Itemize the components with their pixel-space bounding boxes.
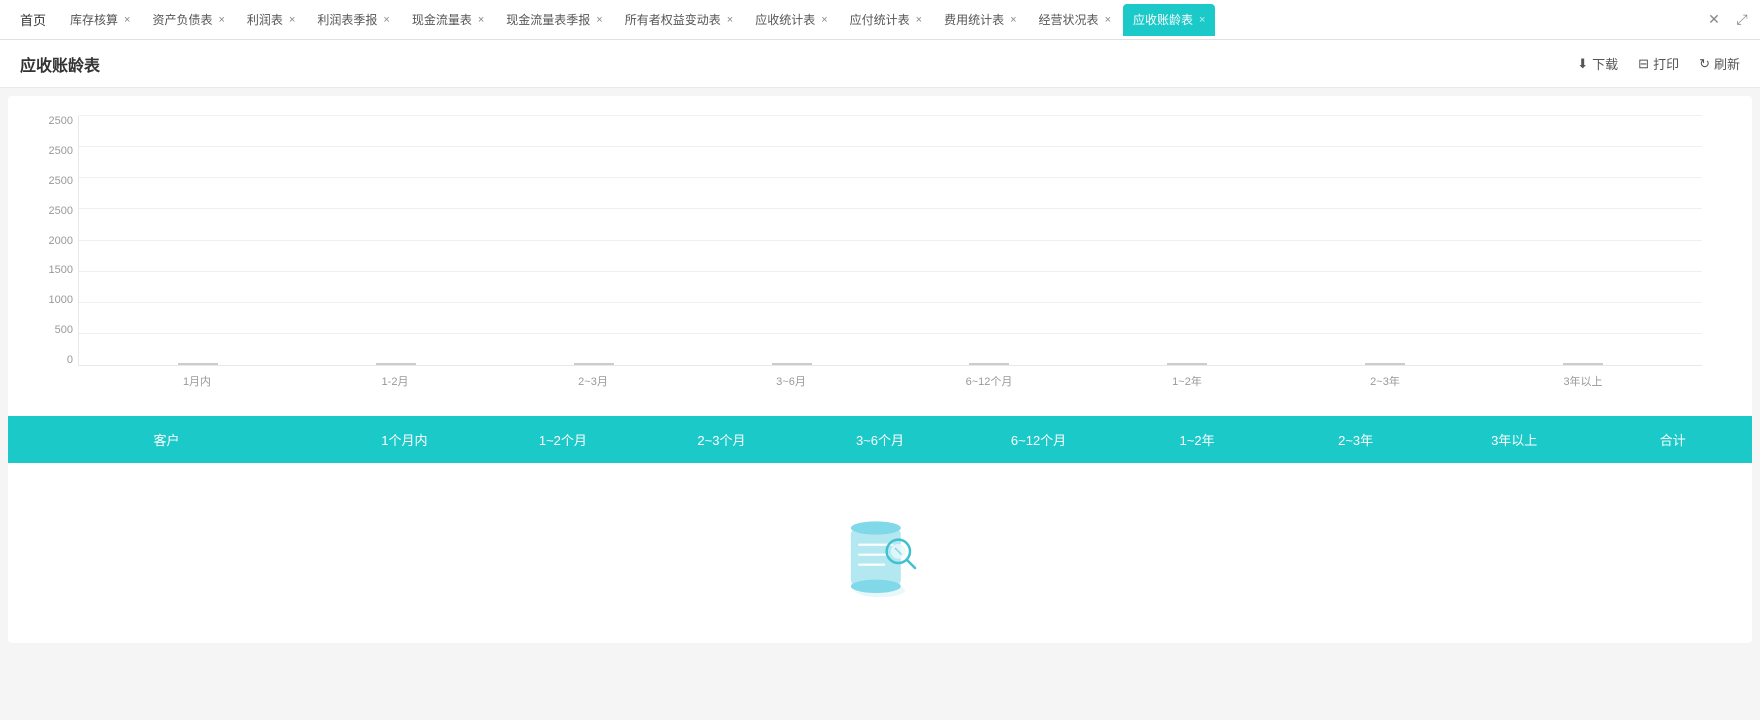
close-ar-aging-tab[interactable]: ×	[1199, 14, 1205, 26]
bar-group-3-6月	[772, 363, 812, 365]
tab-home[interactable]: 首页	[8, 10, 58, 29]
bars-container	[79, 116, 1702, 365]
bar-group-2-3月	[574, 363, 614, 365]
tab-equity[interactable]: 所有者权益变动表 ×	[615, 4, 743, 36]
chart-area: 0 500 1000 1500 2000 2500 2500 2500 2500	[8, 96, 1752, 416]
x-labels: 1月内 1-2月 2~3月 3~6月 6~12个月 1~2年 2~3年 3年以上	[78, 366, 1702, 396]
col-1-2y: 1~2年	[1118, 416, 1277, 463]
col-2-3m: 2~3个月	[642, 416, 801, 463]
bar-group-2-3年	[1365, 363, 1405, 365]
tab-profit[interactable]: 利润表 ×	[237, 4, 305, 36]
header-actions: ⬇ 下载 ⊟ 打印 ↻ 刷新	[1577, 54, 1740, 73]
close-ap-stat-tab[interactable]: ×	[916, 14, 922, 26]
refresh-icon: ↻	[1699, 56, 1710, 72]
bar-1-2月	[376, 363, 416, 365]
close-ar-stat-tab[interactable]: ×	[821, 14, 827, 26]
close-cashflow-tab[interactable]: ×	[478, 14, 484, 26]
tab-expense[interactable]: 费用统计表 ×	[934, 4, 1026, 36]
tab-cashflow-quarterly[interactable]: 现金流量表季报 ×	[496, 4, 612, 36]
empty-state	[8, 463, 1752, 643]
bar-group-3年以上	[1563, 363, 1603, 365]
bar-6-12个月	[969, 363, 1009, 365]
tab-balance[interactable]: 资产负债表 ×	[142, 4, 234, 36]
col-1m: 1个月内	[325, 416, 484, 463]
page-header: 应收账龄表 ⬇ 下载 ⊟ 打印 ↻ 刷新	[0, 40, 1760, 88]
print-icon: ⊟	[1638, 56, 1649, 72]
bar-2-3年	[1365, 363, 1405, 365]
bar-3年以上	[1563, 363, 1603, 365]
tab-ar-aging[interactable]: 应收账龄表 ×	[1123, 4, 1215, 36]
col-6-12m: 6~12个月	[959, 416, 1118, 463]
col-total: 合计	[1593, 416, 1752, 463]
empty-illustration	[830, 503, 930, 603]
chart-inner	[78, 116, 1702, 366]
print-btn[interactable]: ⊟ 打印	[1638, 54, 1679, 73]
close-window-btn[interactable]: ✕	[1704, 10, 1724, 30]
download-btn[interactable]: ⬇ 下载	[1577, 54, 1618, 73]
window-controls: ✕ ⤢	[1704, 10, 1752, 30]
bar-1-2年	[1167, 363, 1207, 365]
tab-cashflow[interactable]: 现金流量表 ×	[402, 4, 494, 36]
maximize-window-btn[interactable]: ⤢	[1732, 10, 1752, 30]
tab-ar-stat[interactable]: 应收统计表 ×	[745, 4, 837, 36]
col-3-6m: 3~6个月	[801, 416, 960, 463]
close-operation-tab[interactable]: ×	[1105, 14, 1111, 26]
tab-inventory[interactable]: 库存核算 ×	[60, 4, 140, 36]
close-cashflow-quarterly-tab[interactable]: ×	[596, 14, 602, 26]
tab-operation[interactable]: 经营状况表 ×	[1029, 4, 1121, 36]
col-customer: 客户	[8, 416, 325, 463]
refresh-btn[interactable]: ↻ 刷新	[1699, 54, 1740, 73]
bar-group-1-2年	[1167, 363, 1207, 365]
bar-chart: 0 500 1000 1500 2000 2500 2500 2500 2500	[78, 116, 1702, 396]
close-equity-tab[interactable]: ×	[727, 14, 733, 26]
main-content: 0 500 1000 1500 2000 2500 2500 2500 2500	[8, 96, 1752, 643]
bar-group-1-2月	[376, 363, 416, 365]
bar-group-1月内	[178, 363, 218, 365]
close-profit-tab[interactable]: ×	[289, 14, 295, 26]
tab-ap-stat[interactable]: 应付统计表 ×	[840, 4, 932, 36]
bar-2-3月	[574, 363, 614, 365]
col-1-2m: 1~2个月	[484, 416, 643, 463]
bar-3-6月	[772, 363, 812, 365]
bar-group-6-12个月	[969, 363, 1009, 365]
y-axis: 0 500 1000 1500 2000 2500 2500 2500 2500	[33, 116, 73, 366]
close-expense-tab[interactable]: ×	[1010, 14, 1016, 26]
page-title: 应收账龄表	[20, 52, 100, 76]
col-3y-plus: 3年以上	[1435, 416, 1594, 463]
download-icon: ⬇	[1577, 56, 1588, 72]
col-2-3y: 2~3年	[1276, 416, 1435, 463]
close-balance-tab[interactable]: ×	[218, 14, 224, 26]
tab-bar: 首页 库存核算 × 资产负债表 × 利润表 × 利润表季报 × 现金流量表 × …	[0, 0, 1760, 40]
tab-profit-quarterly[interactable]: 利润表季报 ×	[307, 4, 399, 36]
close-inventory-tab[interactable]: ×	[124, 14, 130, 26]
close-profit-quarterly-tab[interactable]: ×	[383, 14, 389, 26]
table-header: 客户 1个月内 1~2个月 2~3个月 3~6个月 6~12个月 1~2年 2~…	[8, 416, 1752, 463]
bar-1月内	[178, 363, 218, 365]
